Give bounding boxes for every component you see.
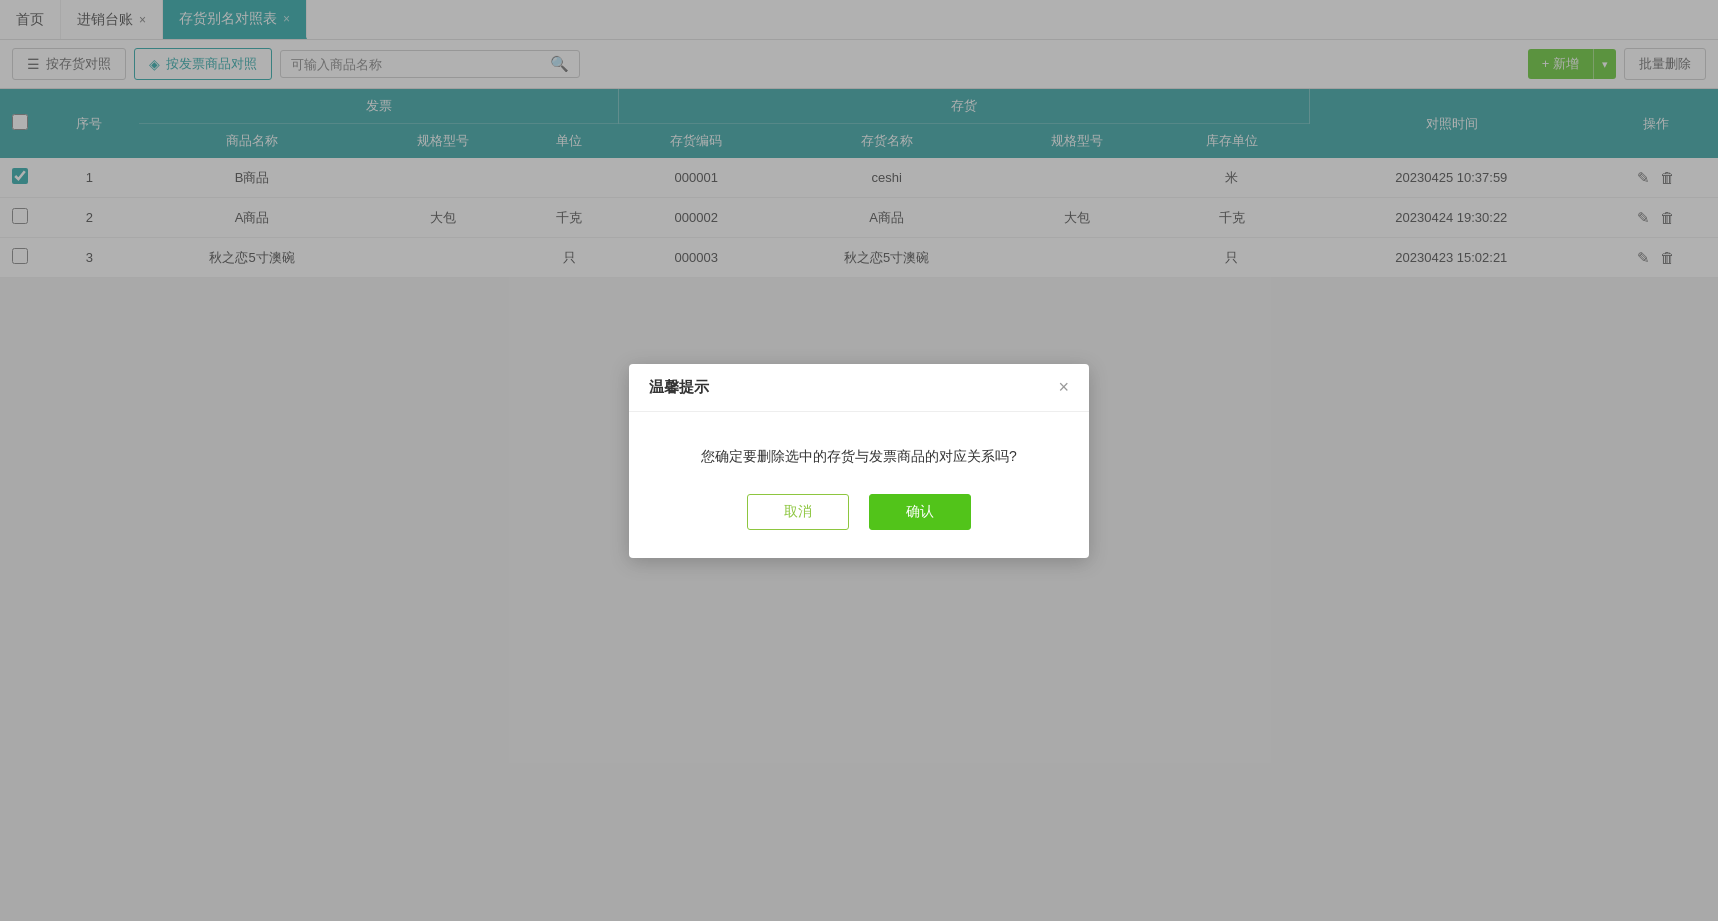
modal-overlay: 温馨提示 × 您确定要删除选中的存货与发票商品的对应关系吗? 取消 确认	[0, 0, 1718, 278]
